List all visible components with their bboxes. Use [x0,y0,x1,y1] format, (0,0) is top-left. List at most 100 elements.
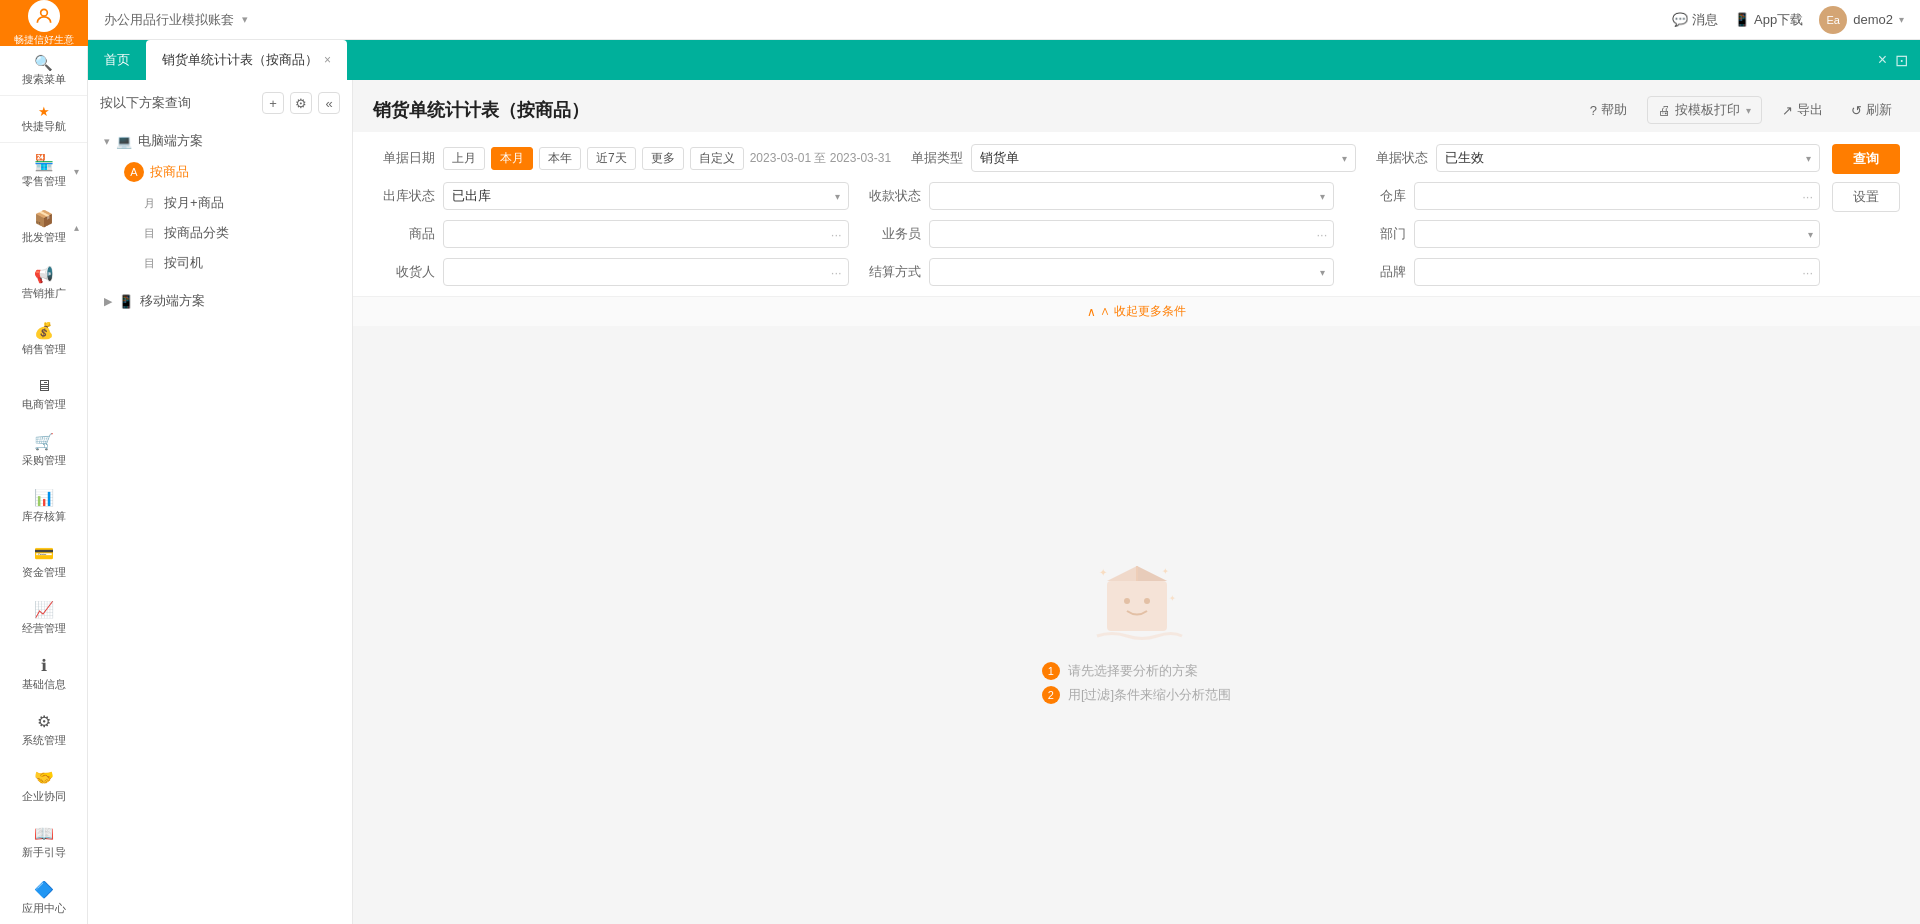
empty-hints: 1 请先选择要分析的方案 2 用[过滤]条件来缩小分析范围 [1042,662,1231,704]
module-selector-label[interactable]: 办公用品行业模拟账套 [104,11,234,29]
svg-point-5 [1124,598,1130,604]
sidebar-item-apps[interactable]: 🔷 应用中心 [0,870,87,924]
query-col-doc-status: 单据状态 已生效 ▾ [1366,144,1820,172]
sidebar-item-wholesale[interactable]: 📦 批发管理 ▴ [0,199,87,255]
window-buttons: × ⊡ [1878,51,1920,70]
refresh-btn[interactable]: ↺ 刷新 [1843,97,1900,123]
sidebar-item-guide[interactable]: 📖 新手引导 [0,814,87,870]
mobile-group-parent[interactable]: ▶ 📱 移动端方案 [88,286,352,316]
query-row-2: 出库状态 已出库 ▾ 收款状态 ▾ [373,182,1820,210]
scheme-by-goods-category[interactable]: 目 按商品分类 [88,218,352,248]
scheme-by-goods-category-label: 按商品分类 [164,224,229,242]
payment-status-select[interactable]: ▾ [929,182,1335,210]
receiver-input[interactable]: ··· [443,258,849,286]
pc-group-parent[interactable]: ▾ 💻 电脑端方案 [88,126,352,156]
finance-label: 资金管理 [22,565,66,580]
page-title: 销货单统计计表（按商品） [373,98,589,122]
left-panel-title: 按以下方案查询 [100,94,191,112]
left-panel: 按以下方案查询 + ⚙ « ▾ 💻 电脑端方案 A 按商品 [88,80,353,924]
date-picker-group: 上月 本月 本年 近7天 更多 自定义 2023-03-01 至 2023-03… [443,147,891,170]
add-scheme-btn[interactable]: + [262,92,284,114]
help-icon: ? [1590,103,1597,118]
salesperson-input[interactable]: ··· [929,220,1335,248]
inventory-label: 库存核算 [22,509,66,524]
app-download-label: App下载 [1754,11,1803,29]
date-btn-7days[interactable]: 近7天 [587,147,636,170]
sidebar-item-inventory[interactable]: 📊 库存核算 [0,478,87,534]
sidebar-item-sales[interactable]: 💰 销售管理 [0,311,87,367]
sidebar-item-finance[interactable]: 💳 资金管理 [0,534,87,590]
app-download-btn[interactable]: 📱 App下载 [1734,11,1803,29]
collapse-panel-btn[interactable]: « [318,92,340,114]
stock-out-select[interactable]: 已出库 ▾ [443,182,849,210]
sidebar-item-cooperation[interactable]: 🤝 企业协同 [0,758,87,814]
settings-btn[interactable]: 设置 [1832,182,1900,212]
tab-home[interactable]: 首页 [88,40,146,80]
system-label: 系统管理 [22,733,66,748]
date-btn-last-month[interactable]: 上月 [443,147,485,170]
sidebar-item-basic[interactable]: ℹ 基础信息 [0,646,87,702]
window-maximize-btn[interactable]: ⊡ [1895,51,1908,70]
warehouse-input[interactable]: ··· [1414,182,1820,210]
receiver-dots-icon: ··· [831,265,842,280]
print-btn[interactable]: 🖨 按模板打印 ▾ [1647,96,1762,124]
refresh-label: 刷新 [1866,101,1892,119]
system-icon: ⚙ [37,712,51,731]
query-col-stock-out-status: 出库状态 已出库 ▾ [373,182,849,210]
sidebar-item-marketing[interactable]: 📢 营销推广 [0,255,87,311]
wholesale-icon: 📦 [34,209,54,228]
doc-type-label: 单据类型 [901,149,971,167]
wholesale-arrow-icon: ▴ [74,222,79,233]
doc-status-select[interactable]: 已生效 ▾ [1436,144,1820,172]
scheme-by-goods[interactable]: A 按商品 [88,156,352,188]
export-btn[interactable]: ↗ 导出 [1774,97,1831,123]
payment-method-chevron-icon: ▾ [1320,267,1325,278]
tab-sales-stats[interactable]: 销货单统计计表（按商品） × [146,40,347,80]
ecommerce-label: 电商管理 [22,397,66,412]
window-close-btn[interactable]: × [1878,51,1887,69]
date-btn-this-year[interactable]: 本年 [539,147,581,170]
main-area: 办公用品行业模拟账套 ▾ 💬 消息 📱 App下载 Ea demo2 ▾ 首页 … [88,0,1920,924]
module-selector-chevron-icon: ▾ [242,13,248,26]
quick-nav-btn[interactable]: ★ 快捷导航 [0,96,87,143]
date-btn-custom[interactable]: 自定义 [690,147,744,170]
help-label: 帮助 [1601,101,1627,119]
message-btn[interactable]: 💬 消息 [1672,11,1718,29]
message-label: 消息 [1692,11,1718,29]
sidebar-item-ecommerce[interactable]: 🖥 电商管理 [0,367,87,422]
payment-status-chevron-icon: ▾ [1320,191,1325,202]
action-buttons: 查询 设置 [1832,144,1900,212]
dept-input[interactable]: ▾ [1414,220,1820,248]
doc-type-select[interactable]: 销货单 ▾ [971,144,1355,172]
tab-close-icon[interactable]: × [324,53,331,67]
salesperson-dots-icon: ··· [1317,227,1328,242]
settings-scheme-btn[interactable]: ⚙ [290,92,312,114]
goods-input[interactable]: ··· [443,220,849,248]
payment-method-select[interactable]: ▾ [929,258,1335,286]
sidebar-item-system[interactable]: ⚙ 系统管理 [0,702,87,758]
help-btn[interactable]: ? 帮助 [1582,97,1635,123]
marketing-label: 营销推广 [22,286,66,301]
page-actions: ? 帮助 🖨 按模板打印 ▾ ↗ 导出 ↺ 刷新 [1582,96,1900,124]
sidebar-item-operations[interactable]: 📈 经营管理 [0,590,87,646]
scheme-by-month-goods[interactable]: 月 按月+商品 [88,188,352,218]
sales-icon: 💰 [34,321,54,340]
sidebar-item-retail[interactable]: 🏪 零售管理 ▾ [0,143,87,199]
inventory-icon: 📊 [34,488,54,507]
date-btn-more[interactable]: 更多 [642,147,684,170]
hint-2: 2 用[过滤]条件来缩小分析范围 [1042,686,1231,704]
payment-method-label: 结算方式 [859,263,929,281]
print-chevron-icon: ▾ [1746,105,1751,116]
search-menu-btn[interactable]: 🔍 消息 搜索菜单 [0,46,87,96]
collapse-bar[interactable]: ∧ ∧ 收起更多条件 [353,296,1920,326]
query-row-3: 商品 ··· 业务员 ··· [373,220,1820,248]
user-area[interactable]: Ea demo2 ▾ [1819,6,1904,34]
warehouse-label: 仓库 [1344,187,1414,205]
sidebar-item-purchase[interactable]: 🛒 采购管理 [0,422,87,478]
date-btn-this-month[interactable]: 本月 [491,147,533,170]
query-section: 单据日期 上月 本月 本年 近7天 更多 自定义 2023-03-01 至 20… [353,132,1920,326]
query-btn[interactable]: 查询 [1832,144,1900,174]
brand-input[interactable]: ··· [1414,258,1820,286]
scheme-by-driver[interactable]: 目 按司机 [88,248,352,278]
stock-out-label: 出库状态 [373,187,443,205]
